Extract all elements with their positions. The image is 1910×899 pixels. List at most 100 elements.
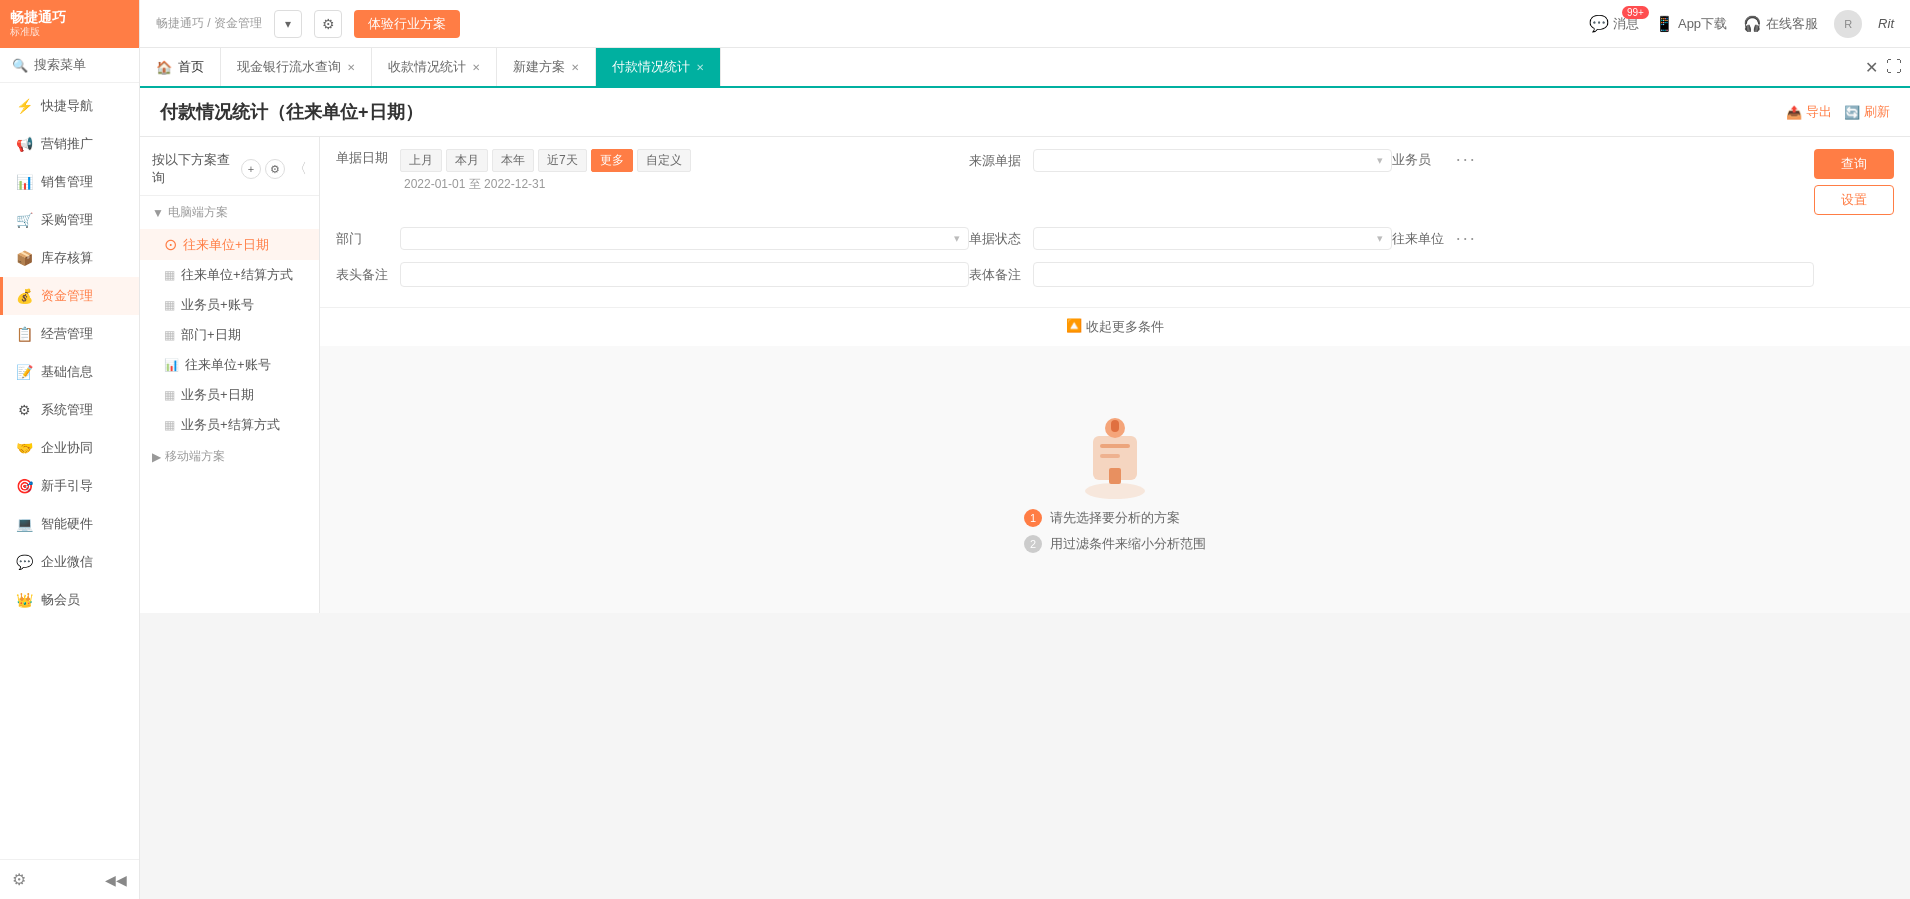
- hardware-icon: 💻: [15, 515, 33, 533]
- app-download-btn[interactable]: 📱 App下载: [1655, 15, 1727, 33]
- quick-nav-icon: ⚡: [15, 97, 33, 115]
- sidebar-item-purchase[interactable]: 🛒 采购管理: [0, 201, 139, 239]
- scheme-section-mobile: ▶ 移动端方案: [140, 440, 319, 473]
- sidebar-item-quick-nav[interactable]: ⚡ 快捷导航: [0, 87, 139, 125]
- filter-row-2: 部门 ▾ 单据状态 ▾: [336, 227, 1894, 250]
- tab-bar: 🏠 首页 现金银行流水查询 ✕ 收款情况统计 ✕ 新建方案 ✕ 付款情况统计 ✕…: [140, 48, 1910, 88]
- sidebar-item-sales[interactable]: 📊 销售管理: [0, 163, 139, 201]
- messages-btn[interactable]: 💬 消息 99+: [1589, 14, 1639, 33]
- refresh-btn[interactable]: 🔄 刷新: [1844, 103, 1890, 121]
- inventory-icon: 📦: [15, 249, 33, 267]
- header-dropdown-btn[interactable]: ▾: [274, 10, 302, 38]
- header-settings-btn[interactable]: ⚙: [314, 10, 342, 38]
- scheme-item-label: 业务员+日期: [181, 386, 254, 404]
- page-actions: 📤 导出 🔄 刷新: [1786, 103, 1890, 121]
- sidebar-item-guide[interactable]: 🎯 新手引导: [0, 467, 139, 505]
- right-panel: 单据日期 上月 本月 本年 近7天 更多 自定义 20: [320, 137, 1910, 613]
- tab-home[interactable]: 🏠 首页: [140, 48, 221, 87]
- scheme-item-icon: ▦: [164, 268, 175, 282]
- scheme-item-label: 往来单位+日期: [183, 236, 269, 254]
- scheme-item-partner-account[interactable]: 📊 往来单位+账号: [140, 350, 319, 380]
- tab-payment-stats-label: 付款情况统计: [612, 58, 690, 76]
- tab-new-scheme-close[interactable]: ✕: [571, 62, 579, 73]
- salesman-select-dots[interactable]: ···: [1456, 149, 1477, 170]
- sidebar: 畅捷通巧 标准版 🔍 搜索菜单 ⚡ 快捷导航 📢 营销推广 📊 销售管理 🛒 采…: [0, 0, 140, 899]
- settings-btn-small[interactable]: 设置: [1814, 185, 1894, 215]
- trial-btn[interactable]: 体验行业方案: [354, 10, 460, 38]
- tab-bank-flow[interactable]: 现金银行流水查询 ✕: [221, 48, 372, 87]
- scheme-settings-btn[interactable]: ⚙: [265, 159, 285, 179]
- export-btn[interactable]: 📤 导出: [1786, 103, 1832, 121]
- date-btn-more[interactable]: 更多: [591, 149, 633, 172]
- tab-close-all-btn[interactable]: ✕: [1865, 58, 1878, 77]
- date-btn-7days[interactable]: 近7天: [538, 149, 587, 172]
- sidebar-item-membership[interactable]: 👑 畅会员: [0, 581, 139, 619]
- step-num-1: 1: [1024, 509, 1042, 527]
- date-btn-this-year[interactable]: 本年: [492, 149, 534, 172]
- scheme-section-pc-title[interactable]: ▼ 电脑端方案: [152, 204, 307, 221]
- tab-payment-stats-close[interactable]: ✕: [696, 62, 704, 73]
- scheme-collapse-btn[interactable]: 〈: [293, 160, 307, 178]
- source-select[interactable]: ▾: [1033, 149, 1391, 172]
- purchase-icon: 🛒: [15, 211, 33, 229]
- collapse-bar[interactable]: 🔼 收起更多条件: [320, 307, 1910, 346]
- date-btn-this-month[interactable]: 本月: [446, 149, 488, 172]
- sidebar-item-system[interactable]: ⚙ 系统管理: [0, 391, 139, 429]
- sidebar-item-marketing[interactable]: 📢 营销推广: [0, 125, 139, 163]
- empty-state: 1 请先选择要分析的方案 2 用过滤条件来缩小分析范围: [320, 346, 1910, 613]
- scheme-item-icon: ▦: [164, 298, 175, 312]
- sidebar-item-basic-info[interactable]: 📝 基础信息: [0, 353, 139, 391]
- scheme-item-sales-date[interactable]: ▦ 业务员+日期: [140, 380, 319, 410]
- status-select[interactable]: ▾: [1033, 227, 1391, 250]
- scheme-item-sales-settle[interactable]: ▦ 业务员+结算方式: [140, 410, 319, 440]
- empty-step-2-text: 用过滤条件来缩小分析范围: [1050, 535, 1206, 553]
- sidebar-item-cooperation[interactable]: 🤝 企业协同: [0, 429, 139, 467]
- sidebar-collapse-icon[interactable]: ◀◀: [105, 872, 127, 888]
- scheme-item-dept-date[interactable]: ▦ 部门+日期: [140, 320, 319, 350]
- scheme-item-icon: ▦: [164, 328, 175, 342]
- memo-header-input[interactable]: [400, 262, 969, 287]
- sidebar-item-operations[interactable]: 📋 经营管理: [0, 315, 139, 353]
- user-name[interactable]: Rit: [1878, 16, 1894, 31]
- date-btn-last-month[interactable]: 上月: [400, 149, 442, 172]
- scheme-section-mobile-title[interactable]: ▶ 移动端方案: [152, 448, 307, 465]
- status-label: 单据状态: [969, 230, 1025, 248]
- filter-salesman-col: 业务员 ···: [1392, 149, 1814, 170]
- online-service-label: 在线客服: [1766, 15, 1818, 33]
- sidebar-item-label: 系统管理: [41, 401, 93, 419]
- empty-text: 1 请先选择要分析的方案 2 用过滤条件来缩小分析范围: [1024, 509, 1206, 553]
- filter-area: 单据日期 上月 本月 本年 近7天 更多 自定义 20: [320, 137, 1910, 307]
- sidebar-item-label: 快捷导航: [41, 97, 93, 115]
- sidebar-item-label: 畅会员: [41, 591, 80, 609]
- logo-main-text: 畅捷通巧: [10, 9, 66, 26]
- date-btn-custom[interactable]: 自定义: [637, 149, 691, 172]
- sidebar-item-hardware[interactable]: 💻 智能硬件: [0, 505, 139, 543]
- search-menu[interactable]: 🔍 搜索菜单: [0, 48, 139, 83]
- tab-payment-stats[interactable]: 付款情况统计 ✕: [596, 48, 721, 87]
- sidebar-item-finance[interactable]: 💰 资金管理: [0, 277, 139, 315]
- scheme-item-partner-settle[interactable]: ▦ 往来单位+结算方式: [140, 260, 319, 290]
- query-btn[interactable]: 查询: [1814, 149, 1894, 179]
- scheme-item-partner-date[interactable]: ⊙ 往来单位+日期: [140, 229, 319, 260]
- breadcrumb: 畅捷通巧 / 资金管理: [156, 15, 262, 32]
- export-icon: 📤: [1786, 105, 1802, 120]
- sidebar-item-inventory[interactable]: 📦 库存核算: [0, 239, 139, 277]
- tab-receipt-stats-close[interactable]: ✕: [472, 62, 480, 73]
- dept-select[interactable]: ▾: [400, 227, 969, 250]
- sidebar-item-label: 企业协同: [41, 439, 93, 457]
- scheme-item-label: 业务员+结算方式: [181, 416, 280, 434]
- scheme-add-btn[interactable]: +: [241, 159, 261, 179]
- tab-bank-flow-close[interactable]: ✕: [347, 62, 355, 73]
- message-icon: 💬: [1589, 14, 1609, 33]
- online-service-btn[interactable]: 🎧 在线客服: [1743, 15, 1818, 33]
- sidebar-settings-icon[interactable]: ⚙: [12, 870, 26, 889]
- tab-receipt-stats[interactable]: 收款情况统计 ✕: [372, 48, 497, 87]
- scheme-actions: + ⚙: [241, 159, 285, 179]
- tab-expand-btn[interactable]: ⛶: [1886, 58, 1902, 76]
- user-avatar[interactable]: R: [1834, 10, 1862, 38]
- tab-new-scheme[interactable]: 新建方案 ✕: [497, 48, 596, 87]
- partner-select-dots[interactable]: ···: [1456, 228, 1477, 249]
- scheme-item-sales-account[interactable]: ▦ 业务员+账号: [140, 290, 319, 320]
- memo-body-input[interactable]: [1033, 262, 1814, 287]
- sidebar-item-wechat[interactable]: 💬 企业微信: [0, 543, 139, 581]
